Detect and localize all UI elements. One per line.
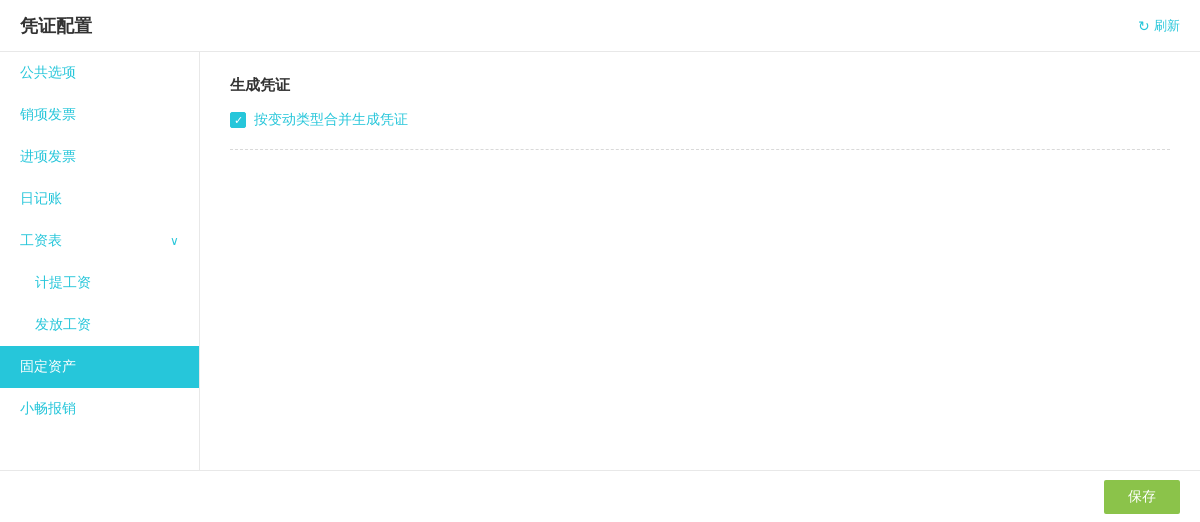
divider <box>230 149 1170 150</box>
sidebar-item-label: 日记账 <box>20 190 62 208</box>
sidebar-item-sales-invoice[interactable]: 销项发票 <box>0 94 199 136</box>
content-area: 生成凭证 ✓ 按变动类型合并生成凭证 <box>200 52 1200 470</box>
sidebar-item-label: 小畅报销 <box>20 400 76 418</box>
sidebar-item-label: 销项发票 <box>20 106 76 124</box>
refresh-label: 刷新 <box>1154 17 1180 35</box>
refresh-button[interactable]: ↻ 刷新 <box>1138 17 1180 35</box>
sidebar-item-purchase-invoice[interactable]: 进项发票 <box>0 136 199 178</box>
sidebar: 公共选项销项发票进项发票日记账工资表 ∨ 计提工资发放工资固定资产小畅报销 <box>0 52 200 470</box>
sidebar-item-payroll-issue[interactable]: 发放工资 <box>0 304 199 346</box>
sidebar-item-label: 公共选项 <box>20 64 76 82</box>
sidebar-item-label: 工资表 <box>20 232 62 250</box>
sidebar-item-fixed-assets[interactable]: 固定资产 <box>0 346 199 388</box>
main-content: 公共选项销项发票进项发票日记账工资表 ∨ 计提工资发放工资固定资产小畅报销 生成凭证… <box>0 52 1200 470</box>
refresh-icon: ↻ <box>1138 18 1150 34</box>
sidebar-item-payroll-calc[interactable]: 计提工资 <box>0 262 199 304</box>
section-title: 生成凭证 <box>230 76 1170 95</box>
sidebar-item-label: 发放工资 <box>35 316 91 334</box>
header: 凭证配置 ↻ 刷新 <box>0 0 1200 52</box>
footer: 保存 <box>0 470 1200 522</box>
sidebar-item-payroll[interactable]: 工资表 ∨ <box>0 220 199 262</box>
page-title: 凭证配置 <box>20 14 92 38</box>
checkbox-label[interactable]: 按变动类型合并生成凭证 <box>254 111 408 129</box>
checkmark-icon: ✓ <box>234 115 243 126</box>
chevron-down-icon: ∨ <box>170 234 179 248</box>
sidebar-item-label: 进项发票 <box>20 148 76 166</box>
sidebar-item-public-options[interactable]: 公共选项 <box>0 52 199 94</box>
save-button[interactable]: 保存 <box>1104 480 1180 514</box>
sidebar-item-journal[interactable]: 日记账 <box>0 178 199 220</box>
checkbox-row: ✓ 按变动类型合并生成凭证 <box>230 111 1170 129</box>
sidebar-item-label: 固定资产 <box>20 358 76 376</box>
page-wrapper: 凭证配置 ↻ 刷新 公共选项销项发票进项发票日记账工资表 ∨ 计提工资发放工资固定资… <box>0 0 1200 522</box>
merge-by-type-checkbox[interactable]: ✓ <box>230 112 246 128</box>
sidebar-item-expense[interactable]: 小畅报销 <box>0 388 199 430</box>
sidebar-item-label: 计提工资 <box>35 274 91 292</box>
